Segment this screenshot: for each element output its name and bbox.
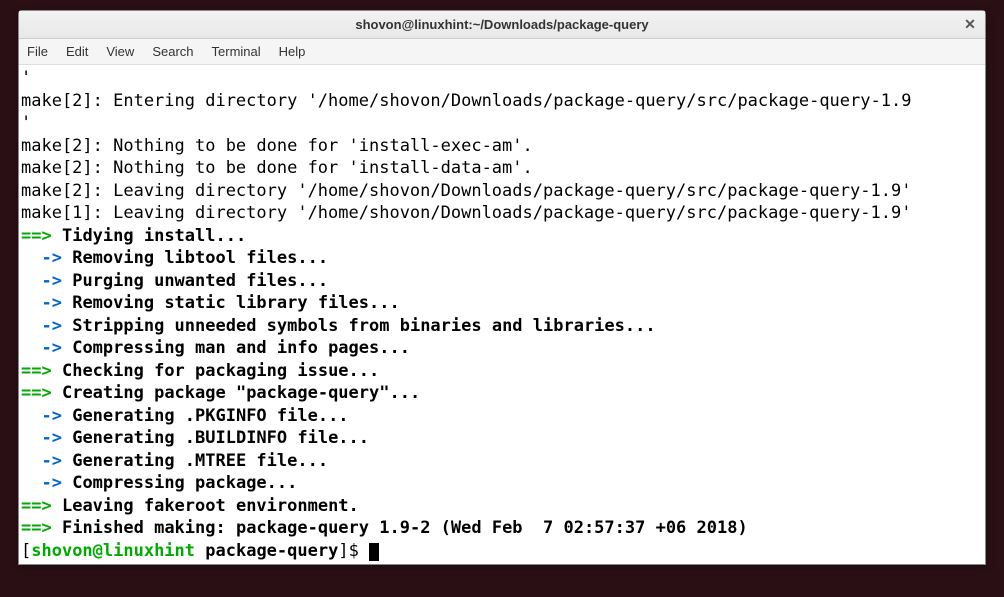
menubar: File Edit View Search Terminal Help (19, 39, 985, 65)
terminal-line: make[2]: Nothing to be done for 'install… (21, 157, 983, 180)
terminal-line: -> Generating .MTREE file... (21, 450, 983, 473)
terminal-line: make[2]: Nothing to be done for 'install… (21, 135, 983, 158)
terminal-line: make[2]: Leaving directory '/home/shovon… (21, 180, 983, 203)
terminal-window: shovon@linuxhint:~/Downloads/package-que… (18, 10, 986, 565)
terminal-line: ==> Creating package "package-query"... (21, 382, 983, 405)
menu-file[interactable]: File (27, 44, 48, 59)
terminal-line: ==> Checking for packaging issue... (21, 360, 983, 383)
menu-help[interactable]: Help (279, 44, 306, 59)
terminal-line: -> Purging unwanted files... (21, 270, 983, 293)
cursor-icon (369, 543, 379, 561)
terminal-line: ==> Tidying install... (21, 225, 983, 248)
terminal-line: -> Compressing package... (21, 472, 983, 495)
window-title: shovon@linuxhint:~/Downloads/package-que… (355, 17, 648, 32)
terminal-line: ' (21, 67, 983, 90)
close-icon: ✕ (964, 16, 976, 33)
terminal-line: ==> Finished making: package-query 1.9-2… (21, 517, 983, 540)
close-button[interactable]: ✕ (961, 15, 979, 33)
terminal-line: make[1]: Leaving directory '/home/shovon… (21, 202, 983, 225)
terminal-line: ==> Leaving fakeroot environment. (21, 495, 983, 518)
menu-terminal[interactable]: Terminal (212, 44, 261, 59)
terminal-output[interactable]: 'make[2]: Entering directory '/home/shov… (19, 65, 985, 564)
menu-search[interactable]: Search (152, 44, 193, 59)
terminal-line: -> Generating .BUILDINFO file... (21, 427, 983, 450)
terminal-line: -> Removing libtool files... (21, 247, 983, 270)
menu-view[interactable]: View (106, 44, 134, 59)
menu-edit[interactable]: Edit (66, 44, 88, 59)
terminal-line: ' (21, 112, 983, 135)
titlebar[interactable]: shovon@linuxhint:~/Downloads/package-que… (19, 11, 985, 39)
terminal-prompt[interactable]: [shovon@linuxhint package-query]$ (21, 540, 983, 563)
terminal-line: -> Compressing man and info pages... (21, 337, 983, 360)
terminal-line: -> Removing static library files... (21, 292, 983, 315)
terminal-line: make[2]: Entering directory '/home/shovo… (21, 90, 983, 113)
terminal-line: -> Stripping unneeded symbols from binar… (21, 315, 983, 338)
terminal-line: -> Generating .PKGINFO file... (21, 405, 983, 428)
